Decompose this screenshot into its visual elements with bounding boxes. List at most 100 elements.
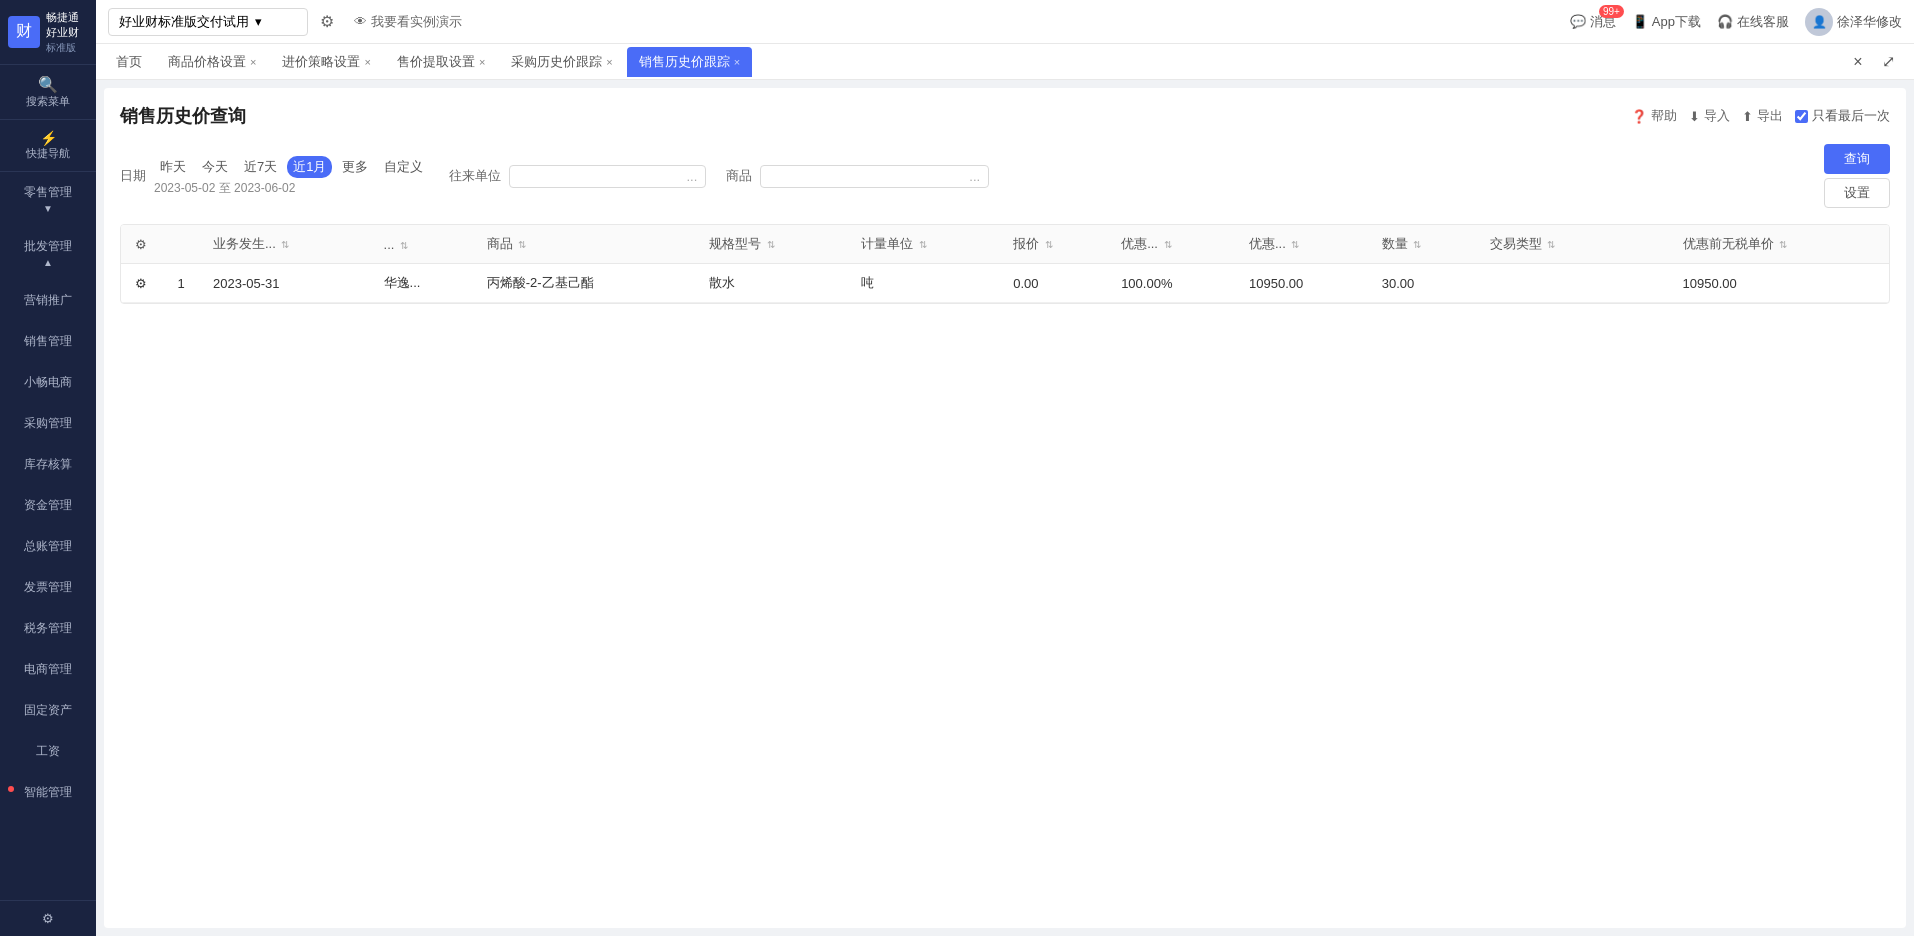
wholesale-label: 批发管理 (24, 238, 72, 255)
tab-home[interactable]: 首页 (104, 47, 154, 77)
sort-icon-unit: ⇅ (919, 239, 927, 250)
tab-purchase-history[interactable]: 采购历史价跟踪 × (499, 47, 624, 77)
sidebar: 财 畅捷通好业财 标准版 🔍 搜索菜单 ⚡ 快捷导航 零售管理 ▼ 批发管理 ▲… (0, 0, 96, 936)
sidebar-item-ecommerce[interactable]: 电商管理 (0, 649, 96, 690)
date-range-display: 2023-05-02 至 2023-06-02 (154, 180, 429, 197)
sidebar-settings-button[interactable]: ⚙ (0, 900, 96, 936)
import-link[interactable]: ⬇ 导入 (1689, 107, 1730, 125)
source-input-wrap[interactable]: ... (509, 165, 706, 188)
settings-button[interactable]: 设置 (1824, 178, 1890, 208)
sidebar-item-inventory[interactable]: 库存核算 (0, 444, 96, 485)
demo-link[interactable]: 👁 我要看实例演示 (354, 13, 462, 31)
row-spec: 散水 (697, 264, 849, 303)
sort-icon-discount2: ⇅ (1291, 239, 1299, 250)
wholesale-arrow: ▲ (43, 257, 53, 268)
sidebar-item-wholesale[interactable]: 批发管理 ▲ (0, 226, 96, 280)
product-input[interactable] (769, 169, 969, 184)
date-opt-more[interactable]: 更多 (336, 156, 374, 178)
row-num: 1 (161, 264, 201, 303)
col-more[interactable]: ... ⇅ (372, 225, 475, 264)
app-name: 畅捷通好业财 标准版 (46, 10, 88, 54)
sort-icon-price: ⇅ (1045, 239, 1053, 250)
date-opt-today[interactable]: 今天 (196, 156, 234, 178)
source-label: 往来单位 (449, 167, 501, 185)
col-num (161, 225, 201, 264)
col-unit[interactable]: 计量单位 ⇅ (849, 225, 1001, 264)
tab-purchase-strategy[interactable]: 进价策略设置 × (270, 47, 382, 77)
sidebar-item-ecommerce-small[interactable]: 小畅电商 (0, 362, 96, 403)
selector-chevron-icon: ▾ (255, 14, 262, 29)
sidebar-item-marketing[interactable]: 营销推广 (0, 280, 96, 321)
tab-sales-history-label: 销售历史价跟踪 (639, 53, 730, 71)
tab-sales-history-close[interactable]: × (734, 56, 740, 68)
topbar-gear-icon[interactable]: ⚙ (320, 12, 334, 31)
query-button[interactable]: 查询 (1824, 144, 1890, 174)
date-opt-last7[interactable]: 近7天 (238, 156, 283, 178)
export-link[interactable]: ⬆ 导出 (1742, 107, 1783, 125)
row-pre-tax-price: 10950.00 (1671, 264, 1889, 303)
date-opt-yesterday[interactable]: 昨天 (154, 156, 192, 178)
sidebar-item-smart[interactable]: 智能管理 (0, 772, 96, 813)
date-opt-last1month[interactable]: 近1月 (287, 156, 332, 178)
retail-label: 零售管理 (24, 184, 72, 201)
tab-product-price[interactable]: 商品价格设置 × (156, 47, 268, 77)
inventory-label: 库存核算 (24, 456, 72, 473)
sales-label: 销售管理 (24, 333, 72, 350)
source-dots[interactable]: ... (686, 169, 697, 184)
date-opt-custom[interactable]: 自定义 (378, 156, 429, 178)
tab-product-price-close[interactable]: × (250, 56, 256, 68)
main-area: 好业财标准版交付试用 ▾ ⚙ 👁 我要看实例演示 💬 消息 99+ 📱 App下… (96, 0, 1914, 936)
col-biz-date[interactable]: 业务发生... ⇅ (201, 225, 372, 264)
help-link[interactable]: ❓ 帮助 (1631, 107, 1677, 125)
download-icon: 📱 (1632, 14, 1648, 29)
tab-purchase-strategy-close[interactable]: × (364, 56, 370, 68)
product-label: 商品 (726, 167, 752, 185)
col-pre-tax-price[interactable]: 优惠前无税单价 ⇅ (1671, 225, 1889, 264)
app-selector[interactable]: 好业财标准版交付试用 ▾ (108, 8, 308, 36)
sidebar-item-invoice[interactable]: 发票管理 (0, 567, 96, 608)
query-buttons: 查询 设置 (1824, 144, 1890, 208)
product-filter-group: 商品 ... (726, 165, 989, 188)
window-expand-button[interactable]: ⤢ (1874, 48, 1902, 76)
salary-label: 工资 (36, 743, 60, 760)
tab-home-label: 首页 (116, 53, 142, 71)
only-last-checkbox-label[interactable]: 只看最后一次 (1795, 107, 1890, 125)
sidebar-item-retail[interactable]: 零售管理 ▼ (0, 172, 96, 226)
sidebar-quicknav[interactable]: ⚡ 快捷导航 (0, 120, 96, 172)
only-last-checkbox[interactable] (1795, 110, 1808, 123)
col-trade-type[interactable]: 交易类型 ⇅ (1478, 225, 1630, 264)
col-quantity[interactable]: 数量 ⇅ (1370, 225, 1478, 264)
online-service-button[interactable]: 🎧 在线客服 (1717, 13, 1789, 31)
sidebar-item-finance[interactable]: 资金管理 (0, 485, 96, 526)
filter-row: 日期 昨天 今天 近7天 近1月 更多 自定义 2023-05-02 至 202… (120, 144, 1890, 208)
sidebar-item-purchase[interactable]: 采购管理 (0, 403, 96, 444)
tab-purchase-history-close[interactable]: × (606, 56, 612, 68)
app-download-button[interactable]: 📱 App下载 (1632, 13, 1701, 31)
col-spec[interactable]: 规格型号 ⇅ (697, 225, 849, 264)
sort-icon-quantity: ⇅ (1413, 239, 1421, 250)
col-discount1[interactable]: 优惠... ⇅ (1109, 225, 1237, 264)
message-icon: 💬 (1570, 14, 1586, 29)
purchase-label: 采购管理 (24, 415, 72, 432)
col-product[interactable]: 商品 ⇅ (475, 225, 697, 264)
sidebar-item-sales[interactable]: 销售管理 (0, 321, 96, 362)
data-table: ⚙ 业务发生... ⇅ ... ⇅ 商品 ⇅ (121, 225, 1889, 303)
tab-sales-history[interactable]: 销售历史价跟踪 × (627, 47, 752, 77)
sidebar-search[interactable]: 🔍 搜索菜单 (0, 65, 96, 120)
col-price[interactable]: 报价 ⇅ (1001, 225, 1109, 264)
row-gear[interactable]: ⚙ (121, 264, 161, 303)
source-input[interactable] (518, 169, 686, 184)
tab-sale-price-close[interactable]: × (479, 56, 485, 68)
messages-button[interactable]: 💬 消息 99+ (1570, 13, 1616, 31)
product-dots[interactable]: ... (969, 169, 980, 184)
sidebar-item-tax[interactable]: 税务管理 (0, 608, 96, 649)
tab-sale-price[interactable]: 售价提取设置 × (385, 47, 497, 77)
col-discount2[interactable]: 优惠... ⇅ (1237, 225, 1370, 264)
user-menu[interactable]: 👤 徐泽华修改 (1805, 8, 1902, 36)
product-input-wrap[interactable]: ... (760, 165, 989, 188)
window-close-button[interactable]: × (1844, 48, 1872, 76)
sidebar-item-salary[interactable]: 工资 (0, 731, 96, 772)
sidebar-item-assets[interactable]: 固定资产 (0, 690, 96, 731)
sidebar-item-ledger[interactable]: 总账管理 (0, 526, 96, 567)
col-gear[interactable]: ⚙ (121, 225, 161, 264)
